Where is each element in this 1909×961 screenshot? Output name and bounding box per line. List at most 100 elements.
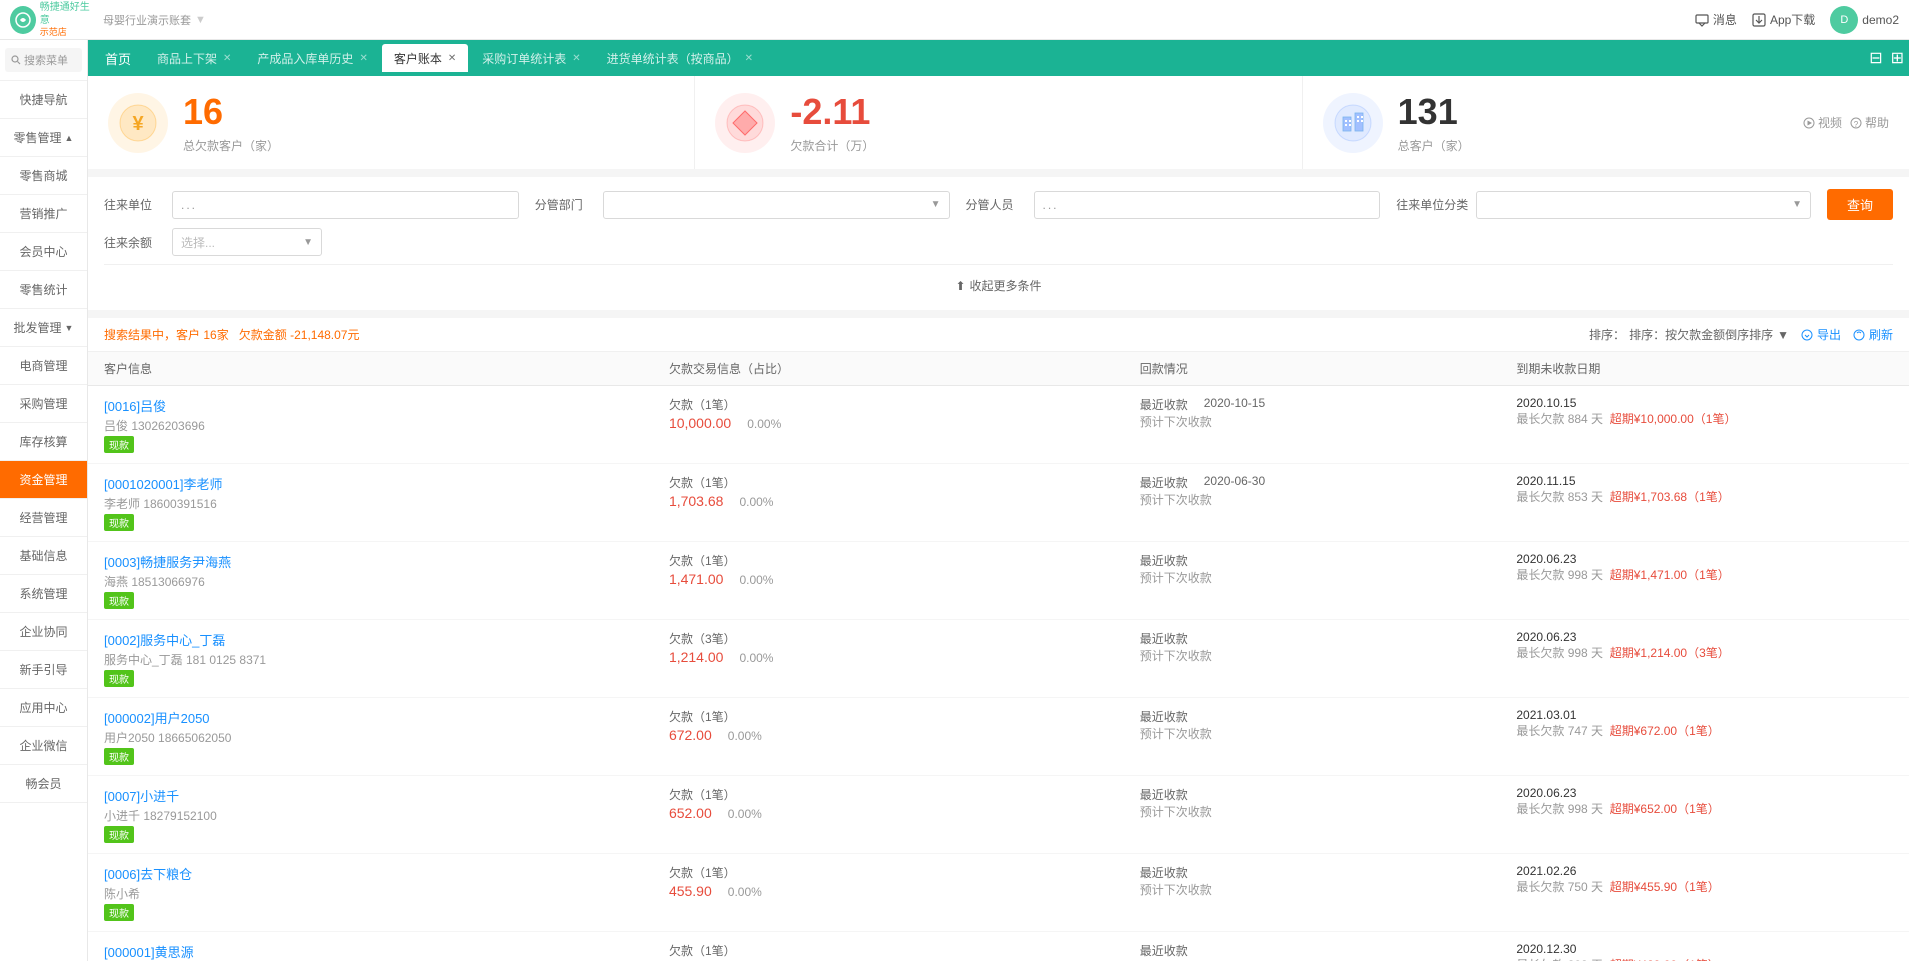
- overdue-amount-0[interactable]: 超期¥10,000.00（1笔）: [1610, 412, 1737, 426]
- cell-due-6: 2021.02.26 最长欠款 750 天 超期¥455.90（1笔）: [1516, 864, 1893, 895]
- sidebar-item-marketing[interactable]: 营销推广: [0, 195, 87, 233]
- customer-code-name-0[interactable]: [0016]吕俊: [104, 399, 166, 414]
- customer-tag-6: 现款: [104, 904, 134, 921]
- debt-info-row-5: 652.00 0.00%: [669, 803, 1140, 821]
- stat-card-debt-total: -2.11 欠款合计（万）: [695, 76, 1302, 169]
- video-link[interactable]: 视频: [1803, 114, 1842, 131]
- debt-info-row-0: 10,000.00 0.00%: [669, 413, 1140, 431]
- overdue-amount-3[interactable]: 超期¥1,214.00（3笔）: [1610, 646, 1730, 660]
- debt-amount-1[interactable]: 1,703.68: [669, 493, 724, 509]
- filter-person-input[interactable]: ...: [1034, 191, 1381, 219]
- sort-button[interactable]: 排序： 排序：按欠款金额倒序排序 ▼: [1589, 326, 1789, 343]
- tab-product-shelf[interactable]: 商品上下架 ✕: [145, 44, 243, 72]
- overdue-amount-4[interactable]: 超期¥672.00（1笔）: [1610, 724, 1720, 738]
- filter-balance-input[interactable]: 选择... ▼: [172, 228, 322, 256]
- collapse-filters-btn[interactable]: ⬆ 收起更多条件: [104, 273, 1893, 298]
- overdue-amount-6[interactable]: 超期¥455.90（1笔）: [1610, 880, 1720, 894]
- payback-label-2: 最近收款: [1140, 552, 1188, 569]
- debt-amount-6[interactable]: 455.90: [669, 883, 712, 899]
- sidebar-item-ops-mgmt[interactable]: 经营管理: [0, 499, 87, 537]
- customer-code-name-3[interactable]: [0002]服务中心_丁磊: [104, 633, 225, 648]
- customer-code-name-7[interactable]: [000001]黄思源: [104, 945, 194, 960]
- sidebar-item-member-center[interactable]: 会员中心: [0, 233, 87, 271]
- customer-contact-5: 小进千 18279152100: [104, 807, 669, 824]
- top-bar: 畅捷通好生意 示范店 母婴行业演示账套 ▼ 消息 App下载 D demo2: [0, 0, 1909, 40]
- debt-amount-4[interactable]: 672.00: [669, 727, 712, 743]
- logo-area: 畅捷通好生意 示范店: [10, 1, 95, 39]
- search-menu-box[interactable]: 搜索菜单: [5, 48, 82, 72]
- debt-info-row-1: 1,703.68 0.00%: [669, 491, 1140, 509]
- sidebar-item-enterprise[interactable]: 企业协同: [0, 613, 87, 651]
- filter-person-label: 分管人员: [966, 196, 1026, 213]
- customer-code-name-2[interactable]: [0003]畅捷服务尹海燕: [104, 555, 231, 570]
- tab-close-product-shelf[interactable]: ✕: [223, 53, 231, 64]
- export-button[interactable]: 导出: [1801, 326, 1841, 343]
- cell-debt-3: 欠款（3笔） 1,214.00 0.00%: [669, 630, 1140, 665]
- debt-amount-5[interactable]: 652.00: [669, 805, 712, 821]
- customer-code-name-4[interactable]: [000002]用户2050: [104, 711, 210, 726]
- filter-row-2: 往来余额 选择... ▼: [104, 228, 1893, 256]
- customer-code-name-5[interactable]: [0007]小进千: [104, 789, 179, 804]
- debt-amount-0[interactable]: 10,000.00: [669, 415, 731, 431]
- sidebar-item-member-vip[interactable]: 畅会员: [0, 765, 87, 803]
- debt-percent-2: 0.00%: [739, 573, 773, 587]
- cell-customer-3: [0002]服务中心_丁磊 服务中心_丁磊 181 0125 8371 现款: [104, 630, 669, 687]
- search-menu-label: 搜索菜单: [24, 52, 68, 68]
- payback-next-3: 预计下次收款: [1140, 647, 1517, 664]
- sidebar-item-purchase-mgmt[interactable]: 采购管理: [0, 385, 87, 423]
- tab-close-production-history[interactable]: ✕: [359, 53, 367, 64]
- filter-dept-input[interactable]: ▼: [603, 191, 950, 219]
- logo-text: 畅捷通好生意 示范店: [40, 1, 95, 39]
- refresh-button[interactable]: 刷新: [1853, 326, 1893, 343]
- tab-purchase-order[interactable]: 采购订单统计表 ✕: [470, 44, 592, 72]
- search-button[interactable]: 查询: [1827, 189, 1893, 220]
- sidebar-item-guide[interactable]: 新手引导: [0, 651, 87, 689]
- tab-stock-stats[interactable]: 进货单统计表（按商品） ✕: [595, 44, 765, 72]
- sidebar-item-finance-mgmt[interactable]: 资金管理: [0, 461, 87, 499]
- sidebar-item-retail-mall[interactable]: 零售商城: [0, 157, 87, 195]
- sidebar-item-sys-mgmt[interactable]: 系统管理: [0, 575, 87, 613]
- sidebar-item-retail-stats[interactable]: 零售统计: [0, 271, 87, 309]
- message-btn[interactable]: 消息: [1695, 11, 1737, 28]
- debt-amount-3[interactable]: 1,214.00: [669, 649, 724, 665]
- customer-code-name-1[interactable]: [0001020001]李老师: [104, 477, 223, 492]
- sidebar-item-app-center[interactable]: 应用中心: [0, 689, 87, 727]
- debt-amount-2[interactable]: 1,471.00: [669, 571, 724, 587]
- tab-production-history[interactable]: 产成品入库单历史 ✕: [245, 44, 379, 72]
- sidebar-item-quick-nav[interactable]: 快捷导航: [0, 81, 87, 119]
- tab-close-purchase-order[interactable]: ✕: [572, 53, 580, 64]
- tab-expand-icon[interactable]: ⊞: [1891, 48, 1904, 68]
- due-date-1: 2020.11.15: [1516, 474, 1893, 488]
- sidebar-item-basic-info[interactable]: 基础信息: [0, 537, 87, 575]
- cell-customer-5: [0007]小进千 小进千 18279152100 现款: [104, 786, 669, 843]
- overdue-amount-2[interactable]: 超期¥1,471.00（1笔）: [1610, 568, 1730, 582]
- sidebar-item-retail-mgmt[interactable]: 零售管理▲: [0, 119, 87, 157]
- user-avatar[interactable]: D demo2: [1830, 6, 1899, 34]
- sidebar-item-inventory[interactable]: 库存核算: [0, 423, 87, 461]
- sidebar-item-ecom-mgmt[interactable]: 电商管理: [0, 347, 87, 385]
- cell-debt-6: 欠款（1笔） 455.90 0.00%: [669, 864, 1140, 899]
- customer-contact-6: 陈小希: [104, 885, 669, 902]
- sidebar-item-enterprise-wechat[interactable]: 企业微信: [0, 727, 87, 765]
- stat-card-right-links: 视频 ? 帮助: [1803, 114, 1889, 131]
- debt-info-row-3: 1,214.00 0.00%: [669, 647, 1140, 665]
- tab-customer-account[interactable]: 客户账本 ✕: [382, 44, 468, 72]
- help-link[interactable]: ? 帮助: [1850, 114, 1889, 131]
- overdue-amount-1[interactable]: 超期¥1,703.68（1笔）: [1610, 490, 1730, 504]
- sidebar-search-area[interactable]: 搜索菜单: [0, 40, 87, 81]
- filter-unit-category-input[interactable]: ▼: [1476, 191, 1811, 219]
- tab-close-customer-account[interactable]: ✕: [448, 53, 456, 64]
- filter-origin-unit-input[interactable]: ...: [172, 191, 519, 219]
- customer-code-name-6[interactable]: [0006]去下粮仓: [104, 867, 192, 882]
- tab-close-stock-stats[interactable]: ✕: [745, 53, 753, 64]
- tab-collapse-icon[interactable]: ⊟: [1869, 48, 1882, 68]
- sidebar-item-batch-mgmt[interactable]: 批发管理▼: [0, 309, 87, 347]
- tab-home[interactable]: 首页: [93, 44, 143, 72]
- overdue-amount-5[interactable]: 超期¥652.00（1笔）: [1610, 802, 1720, 816]
- cell-due-7: 2020.12.30 最长欠款 808 天 超期¥429.00（1笔）: [1516, 942, 1893, 961]
- col-header-due-date: 到期未收款日期: [1516, 360, 1893, 377]
- customer-tag-2: 现款: [104, 592, 134, 609]
- app-download-btn[interactable]: App下载: [1752, 11, 1815, 28]
- due-days-4: 最长欠款 747 天 超期¥672.00（1笔）: [1516, 722, 1893, 739]
- top-right-actions: 消息 App下载 D demo2: [1695, 6, 1899, 34]
